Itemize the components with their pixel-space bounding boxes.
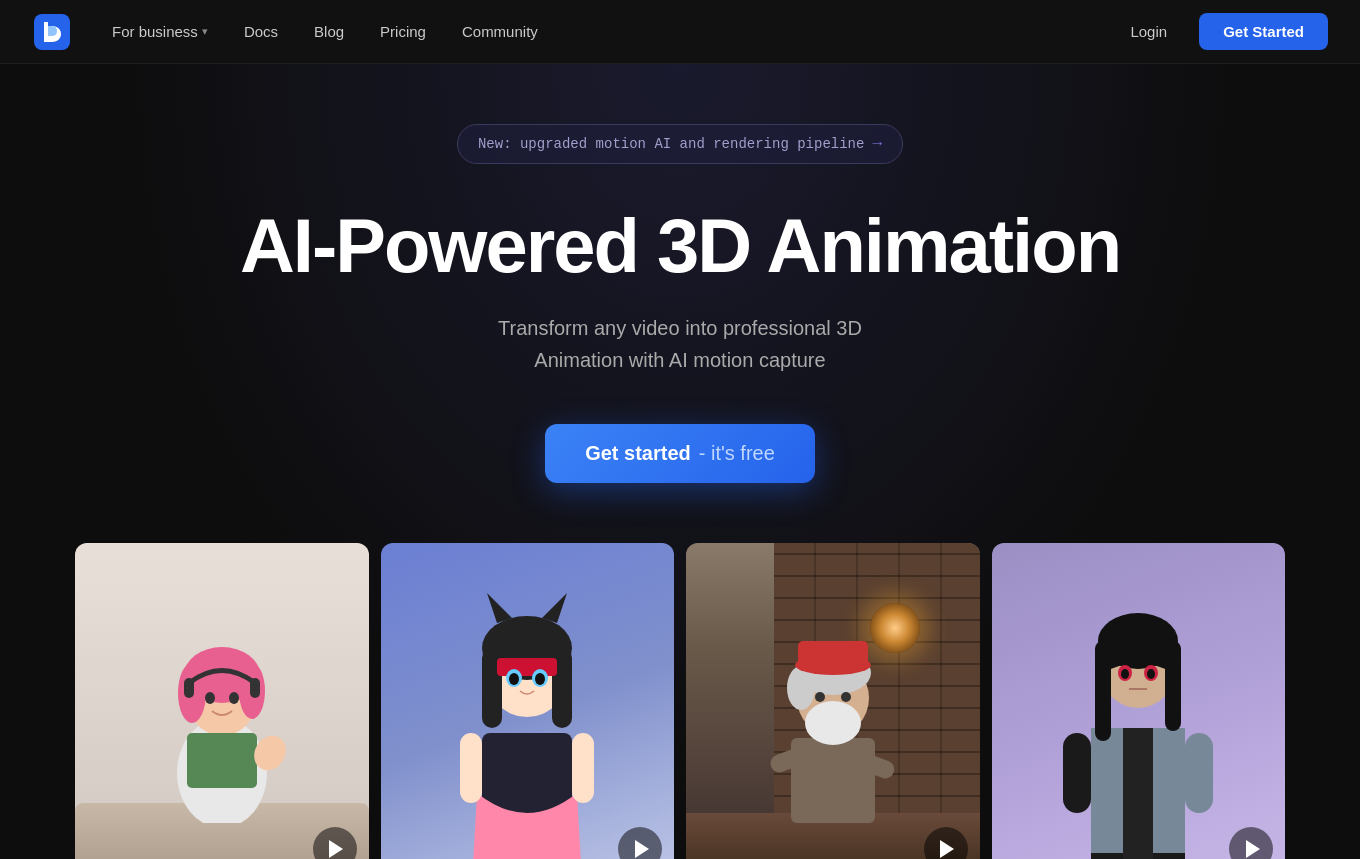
svg-point-46 — [1147, 669, 1155, 679]
cta-free-label: - it's free — [699, 442, 775, 465]
svg-rect-10 — [187, 733, 257, 788]
nav-blog[interactable]: Blog — [298, 15, 360, 48]
svg-point-32 — [841, 692, 851, 702]
svg-point-23 — [535, 673, 545, 685]
svg-point-8 — [205, 692, 215, 704]
nav-right: Login Get Started — [1110, 13, 1328, 50]
nav-links: For business ▾ Docs Blog Pricing Communi… — [96, 15, 554, 48]
announcement-text: New: upgraded motion AI and rendering pi… — [478, 136, 864, 152]
get-started-cta-button[interactable]: Get started - it's free — [545, 424, 815, 483]
svg-point-22 — [509, 673, 519, 685]
svg-rect-24 — [460, 733, 482, 803]
card4-person-svg — [1053, 573, 1223, 859]
video-card-3[interactable] — [686, 543, 980, 859]
nav-docs[interactable]: Docs — [228, 15, 294, 48]
nav-community[interactable]: Community — [446, 15, 554, 48]
hero-section: New: upgraded motion AI and rendering pi… — [0, 64, 1360, 859]
video-card-4[interactable] — [992, 543, 1286, 859]
logo[interactable] — [32, 12, 72, 52]
hero-subtitle: Transform any video into professional 3D… — [498, 312, 862, 376]
nav-for-business[interactable]: For business ▾ — [96, 15, 224, 48]
chevron-down-icon: ▾ — [202, 25, 208, 38]
svg-rect-49 — [1185, 733, 1213, 813]
video-card-2[interactable] — [381, 543, 675, 859]
svg-rect-26 — [791, 738, 875, 823]
svg-marker-18 — [542, 593, 567, 623]
svg-rect-38 — [1123, 728, 1153, 859]
announcement-badge[interactable]: New: upgraded motion AI and rendering pi… — [457, 124, 903, 164]
svg-rect-36 — [798, 641, 868, 671]
nav-left: For business ▾ Docs Blog Pricing Communi… — [32, 12, 554, 52]
video-grid — [0, 543, 1360, 859]
nav-pricing[interactable]: Pricing — [364, 15, 442, 48]
subtitle-line-1: Transform any video into professional 3D — [498, 317, 862, 339]
svg-point-45 — [1121, 669, 1129, 679]
login-button[interactable]: Login — [1110, 15, 1187, 48]
svg-marker-17 — [487, 593, 512, 623]
get-started-nav-button[interactable]: Get Started — [1199, 13, 1328, 50]
hero-title: AI-Powered 3D Animation — [240, 204, 1120, 288]
card2-person-svg — [442, 573, 612, 859]
card2-play-button[interactable] — [618, 827, 662, 859]
arrow-icon: → — [872, 135, 882, 153]
svg-rect-48 — [1063, 733, 1091, 813]
svg-rect-25 — [572, 733, 594, 803]
card4-play-button[interactable] — [1229, 827, 1273, 859]
cta-label: Get started — [585, 442, 691, 465]
svg-point-31 — [815, 692, 825, 702]
subtitle-line-2: Animation with AI motion capture — [534, 349, 825, 371]
video-card-1[interactable] — [75, 543, 369, 859]
card3-person-svg — [753, 603, 913, 823]
svg-point-30 — [805, 701, 861, 745]
card1-person-svg — [142, 603, 302, 823]
svg-rect-19 — [497, 658, 557, 676]
svg-point-9 — [229, 692, 239, 704]
navigation: For business ▾ Docs Blog Pricing Communi… — [0, 0, 1360, 64]
